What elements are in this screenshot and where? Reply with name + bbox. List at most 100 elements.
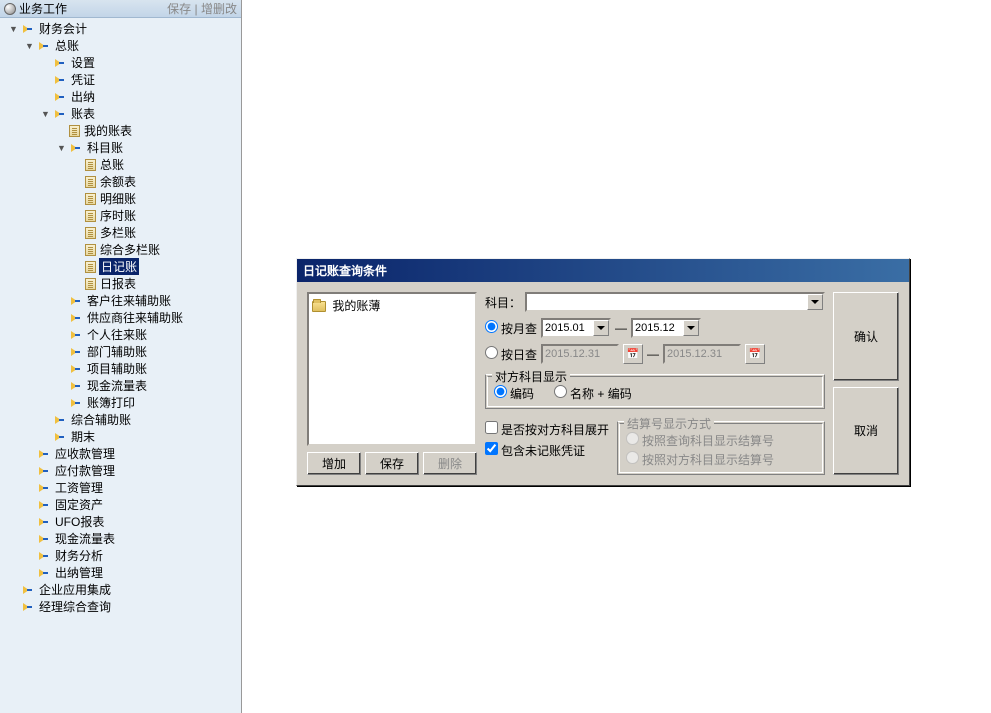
chevron-down-icon[interactable] (593, 320, 609, 336)
save-button[interactable]: 保存 (365, 452, 419, 475)
date-from: 2015.12.31 (541, 344, 619, 364)
tree-toggle-icon[interactable]: ▼ (8, 23, 19, 34)
arrow-icon (69, 362, 83, 376)
tree-node[interactable]: ▼ 财务会计 (0, 20, 241, 37)
doc-icon (85, 261, 96, 273)
subject-label: 科目： (485, 294, 521, 311)
tree-node[interactable]: ▶项目辅助账 (0, 360, 241, 377)
tree-node[interactable]: ▶个人往来账 (0, 326, 241, 343)
tree-node[interactable]: ▶现金流量表 (0, 377, 241, 394)
dialog-title: 日记账查询条件 (297, 259, 909, 282)
tree-node[interactable]: ▶日记账 (0, 258, 241, 275)
settle-group: 结算号显示方式 按照查询科目显示结算号 按照对方科目显示结算号 (617, 421, 825, 475)
settle-opt1-label: 按照查询科目显示结算号 (626, 432, 816, 449)
header-add-del[interactable]: 增删改 (201, 2, 237, 16)
ok-button[interactable]: 确认 (833, 292, 899, 381)
chk-expand-label[interactable]: 是否按对方科目展开 (485, 421, 609, 438)
calendar-icon: 📅 (745, 344, 765, 364)
combo-dropdown-button[interactable] (807, 294, 823, 310)
tree-node[interactable]: ▶综合多栏账 (0, 241, 241, 258)
tree-node[interactable]: ▶应付款管理 (0, 462, 241, 479)
tree-node[interactable]: ▶期末 (0, 428, 241, 445)
tree-node[interactable]: ▶供应商往来辅助账 (0, 309, 241, 326)
tree-node[interactable]: ▶总账 (0, 156, 241, 173)
tree-node[interactable]: ▶UFO报表 (0, 513, 241, 530)
month-to[interactable]: 2015.12 (631, 318, 701, 338)
tree-node[interactable]: ▶序时账 (0, 207, 241, 224)
tree-node[interactable]: ▶客户往来辅助账 (0, 292, 241, 309)
tree-node[interactable]: ▶现金流量表 (0, 530, 241, 547)
cancel-button[interactable]: 取消 (833, 387, 899, 476)
tree-node[interactable]: ▶综合辅助账 (0, 411, 241, 428)
tree-node[interactable]: ▶经理综合查询 (0, 598, 241, 615)
opposite-subject-group: 对方科目显示 编码 名称 + 编码 (485, 374, 825, 409)
tree-label: 凭证 (70, 71, 96, 88)
query-dialog: 日记账查询条件 我的账薄 增加 保存 删除 科目： (296, 258, 910, 486)
tree-label: 经理综合查询 (38, 598, 112, 615)
tree-node[interactable]: ▶出纳 (0, 88, 241, 105)
tree-label: 现金流量表 (54, 530, 116, 547)
tree-node[interactable]: ▼账表 (0, 105, 241, 122)
by-day-radio[interactable] (485, 346, 498, 359)
tree-node[interactable]: ▶工资管理 (0, 479, 241, 496)
tree-node[interactable]: ▶固定资产 (0, 496, 241, 513)
arrow-icon (53, 107, 67, 121)
book-list[interactable]: 我的账薄 (307, 292, 477, 446)
sidebar: 业务工作 保存 | 增删改 ▼财务会计▼总账▶设置▶凭证▶出纳▼账表▶我的账表▼… (0, 0, 242, 713)
tree-node[interactable]: ▶财务分析 (0, 547, 241, 564)
tree-node[interactable]: ▶账簿打印 (0, 394, 241, 411)
arrow-icon (37, 464, 51, 478)
tree-node[interactable]: ▶余额表 (0, 173, 241, 190)
radio-code[interactable] (494, 385, 507, 398)
tree-node[interactable]: ▶多栏账 (0, 224, 241, 241)
tree-label: 期末 (70, 428, 96, 445)
tree-label: 财务会计 (38, 20, 88, 37)
chk-unposted[interactable] (485, 442, 498, 455)
header-save[interactable]: 保存 (167, 2, 191, 16)
doc-icon (69, 125, 80, 137)
tree-toggle-icon[interactable]: ▼ (40, 108, 51, 119)
list-item[interactable]: 我的账薄 (312, 297, 472, 314)
doc-icon (85, 193, 96, 205)
tree-node[interactable]: ▶部门辅助账 (0, 343, 241, 360)
arrow-icon (69, 345, 83, 359)
tree-label: 客户往来辅助账 (86, 292, 172, 309)
arrow-icon (21, 600, 35, 614)
arrow-icon (37, 447, 51, 461)
by-month-radio-label[interactable]: 按月查 (485, 320, 537, 337)
arrow-icon (37, 498, 51, 512)
nav-tree: ▼财务会计▼总账▶设置▶凭证▶出纳▼账表▶我的账表▼科目账▶总账▶余额表▶明细账… (0, 18, 241, 617)
radio-name-code-label[interactable]: 名称 + 编码 (554, 385, 632, 402)
arrow-icon (53, 73, 67, 87)
tree-node[interactable]: ▶设置 (0, 54, 241, 71)
tree-node[interactable]: ▶凭证 (0, 71, 241, 88)
tree-label: 项目辅助账 (86, 360, 148, 377)
doc-icon (85, 244, 96, 256)
calendar-icon: 📅 (623, 344, 643, 364)
doc-icon (85, 210, 96, 222)
by-day-radio-label[interactable]: 按日查 (485, 346, 537, 363)
subject-combo[interactable] (525, 292, 825, 312)
settle-opt1 (626, 432, 639, 445)
arrow-icon (37, 515, 51, 529)
month-from[interactable]: 2015.01 (541, 318, 611, 338)
tree-node[interactable]: ▶出纳管理 (0, 564, 241, 581)
tree-node[interactable]: ▶应收款管理 (0, 445, 241, 462)
add-button[interactable]: 增加 (307, 452, 361, 475)
tree-node[interactable]: ▶日报表 (0, 275, 241, 292)
tree-node[interactable]: ▶我的账表 (0, 122, 241, 139)
tree-toggle-icon[interactable]: ▼ (24, 40, 35, 51)
radio-code-label[interactable]: 编码 (494, 385, 534, 402)
tree-node[interactable]: ▼科目账 (0, 139, 241, 156)
app-icon (4, 3, 16, 15)
chk-expand[interactable] (485, 421, 498, 434)
tree-node[interactable]: ▶明细账 (0, 190, 241, 207)
by-month-radio[interactable] (485, 320, 498, 333)
chevron-down-icon[interactable] (683, 320, 699, 336)
tree-node[interactable]: ▶企业应用集成 (0, 581, 241, 598)
tree-toggle-icon[interactable]: ▼ (56, 142, 67, 153)
sidebar-header: 业务工作 保存 | 增删改 (0, 0, 241, 18)
tree-node[interactable]: ▼总账 (0, 37, 241, 54)
chk-unposted-label[interactable]: 包含未记账凭证 (485, 442, 609, 459)
radio-name-code[interactable] (554, 385, 567, 398)
